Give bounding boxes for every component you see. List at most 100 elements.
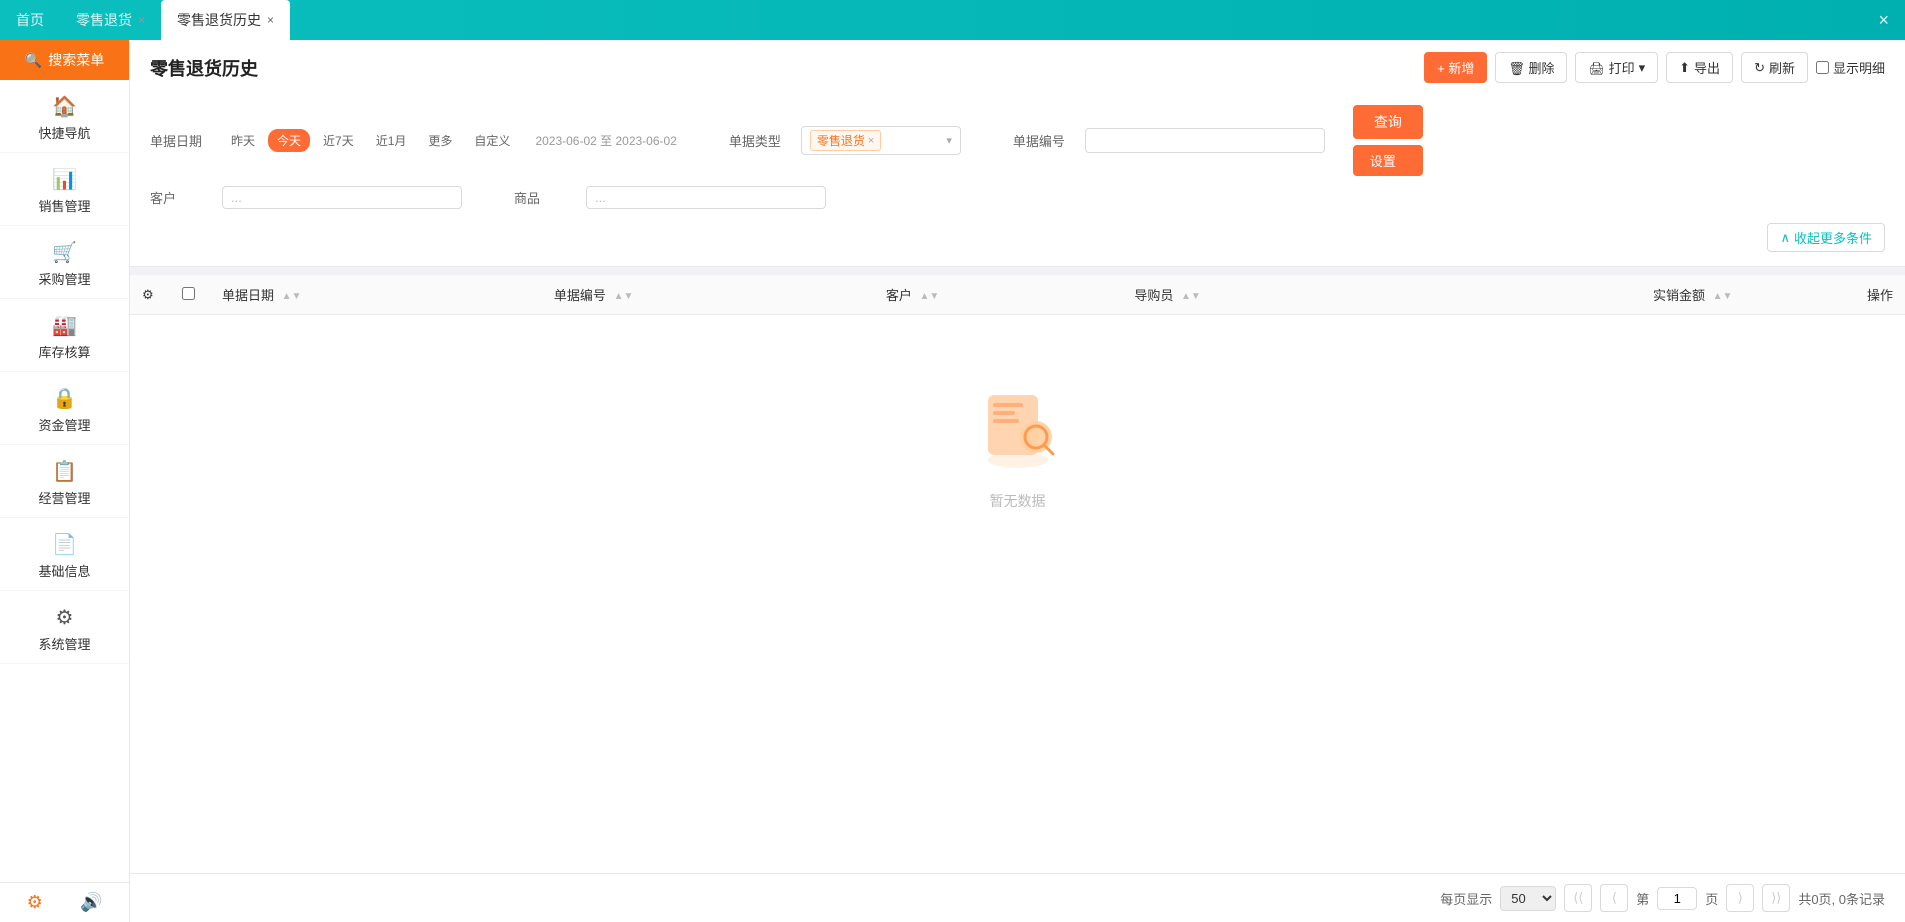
show-detail-checkbox-label[interactable]: 显示明细 [1816,58,1885,77]
settings-bottom-icon[interactable]: ⚙ [27,892,43,913]
goods-value: ... [595,190,817,205]
voucher-number-input[interactable] [1085,128,1325,153]
shortcut-custom[interactable]: 自定义 [465,129,519,152]
last-page-button[interactable]: ⟩⟩ [1762,884,1790,912]
date-filter-label: 单据日期 [150,131,210,150]
th-number-label: 单据编号 [554,288,606,303]
goods-select[interactable]: ... [586,186,826,209]
guide-sort-icon[interactable]: ▲▼ [1181,292,1201,302]
shortcut-1month[interactable]: 近1月 [367,129,416,152]
sidebar-item-finance[interactable]: 🔒 资金管理 [0,372,129,445]
collapse-button[interactable]: ∧ 收起更多条件 [1767,223,1885,252]
basic-info-label: 基础信息 [38,561,90,580]
th-date-label: 单据日期 [222,288,274,303]
refresh-icon: ↻ [1754,60,1765,76]
per-page-select[interactable]: 10 20 50 100 [1500,886,1556,911]
sales-label: 销售管理 [38,196,90,215]
sidebar-item-purchase[interactable]: 🛒 采购管理 [0,226,129,299]
empty-state-icon [968,375,1068,475]
shortcut-today[interactable]: 今天 [268,129,310,152]
page-header: 零售退货历史 + 新增 🗑 删除 🖨 打印 ▾ ⬆ 导出 ↻ 刷新 [130,40,1905,267]
show-detail-checkbox[interactable] [1816,61,1829,74]
basic-info-icon: 📄 [52,532,77,557]
sidebar-item-quick-nav[interactable]: 🏠 快捷导航 [0,80,129,153]
customer-value: ... [231,190,453,205]
operations-icon: 📋 [52,459,77,484]
goods-label: 商品 [514,188,574,207]
export-button[interactable]: ⬆ 导出 [1666,52,1733,83]
table-section: ⚙ 单据日期 ▲▼ 单据编号 ▲▼ [130,275,1905,922]
column-settings-icon[interactable]: ⚙ [142,287,154,302]
collapse-up-icon: ∧ [1780,230,1790,246]
tab-retail-return-label: 零售退货 [76,10,132,30]
number-sort-icon[interactable]: ▲▼ [614,292,634,302]
print-dropdown-icon: ▾ [1639,60,1646,76]
setting-button[interactable]: 设置 [1353,145,1423,176]
page-number-input[interactable] [1657,887,1697,910]
per-page-label: 每页显示 [1440,889,1492,908]
th-customer: 客户 ▲▼ [874,275,1122,315]
collapse-label: 收起更多条件 [1794,228,1872,247]
tab-retail-return-history[interactable]: 零售退货历史 × [161,0,290,40]
print-button[interactable]: 🖨 打印 ▾ [1575,52,1658,83]
shortcut-more[interactable]: 更多 [419,129,461,152]
refresh-button[interactable]: ↻ 刷新 [1741,52,1808,83]
filter-area: 单据日期 昨天 今天 近7天 近1月 更多 自定义 2023-06-02 至 2… [150,95,1885,266]
window-close-icon[interactable]: × [1878,10,1905,31]
inventory-label: 库存核算 [38,342,90,361]
select-all-checkbox[interactable] [182,287,195,300]
date-sort-icon[interactable]: ▲▼ [282,292,302,302]
sidebar-search[interactable]: 🔍 搜索菜单 [0,40,129,80]
first-page-button[interactable]: ⟨⟨ [1564,884,1592,912]
th-checkbox [170,275,210,315]
th-guide: 导购员 ▲▼ [1122,275,1412,315]
delete-button[interactable]: 🗑 删除 [1495,52,1567,83]
main-table: ⚙ 单据日期 ▲▼ 单据编号 ▲▼ [130,275,1905,315]
page-title-row: 零售退货历史 + 新增 🗑 删除 🖨 打印 ▾ ⬆ 导出 ↻ 刷新 [150,52,1885,83]
tab-home[interactable]: 首页 [0,0,60,40]
sidebar-item-inventory[interactable]: 🏭 库存核算 [0,299,129,372]
amount-sort-icon[interactable]: ▲▼ [1713,292,1733,302]
page-title: 零售退货历史 [150,55,258,81]
tab-retail-return-close[interactable]: × [138,13,145,27]
voucher-type-label: 单据类型 [729,131,789,150]
finance-label: 资金管理 [38,415,90,434]
volume-icon[interactable]: 🔊 [80,892,102,913]
th-date: 单据日期 ▲▼ [210,275,542,315]
th-amount-label: 实销金额 [1653,288,1705,303]
collapse-row: ∧ 收起更多条件 [150,219,1885,260]
customer-sort-icon[interactable]: ▲▼ [919,292,939,302]
empty-text: 暂无数据 [990,491,1046,511]
th-operation-label: 操作 [1867,288,1893,303]
sidebar-item-sales[interactable]: 📊 销售管理 [0,153,129,226]
sidebar: 🔍 搜索菜单 🏠 快捷导航 📊 销售管理 🛒 采购管理 🏭 库存核算 🔒 [0,40,130,922]
header-actions: + 新增 🗑 删除 🖨 打印 ▾ ⬆ 导出 ↻ 刷新 [1424,52,1885,83]
customer-placeholder: ... [231,190,242,205]
tab-retail-return-history-close[interactable]: × [267,13,274,27]
purchase-icon: 🛒 [52,240,77,265]
voucher-type-select[interactable]: 零售退货 × ▾ [801,126,961,155]
filter-row-date: 单据日期 昨天 今天 近7天 近1月 更多 自定义 2023-06-02 至 2… [150,105,1885,176]
voucher-type-arrow-icon: ▾ [946,134,952,147]
tab-home-label: 首页 [16,10,44,30]
shortcut-yesterday[interactable]: 昨天 [222,129,264,152]
tab-retail-return[interactable]: 零售退货 × [60,0,161,40]
next-page-button[interactable]: ⟩ [1726,884,1754,912]
sidebar-search-label: 搜索菜单 [48,50,104,70]
new-button[interactable]: + 新增 [1424,52,1487,83]
date-shortcuts: 昨天 今天 近7天 近1月 更多 自定义 [222,129,519,152]
th-guide-label: 导购员 [1134,288,1173,303]
sidebar-item-operations[interactable]: 📋 经营管理 [0,445,129,518]
search-icon: 🔍 [25,52,42,69]
prev-page-button[interactable]: ⟨ [1600,884,1628,912]
filter-row-customer: 客户 ... 商品 ... [150,186,1885,209]
voucher-type-tag-close[interactable]: × [868,135,874,147]
customer-select[interactable]: ... [222,186,462,209]
date-range-display: 2023-06-02 至 2023-06-02 [535,132,676,149]
quick-nav-label: 快捷导航 [38,123,90,142]
shortcut-7days[interactable]: 近7天 [314,129,363,152]
quick-nav-icon: 🏠 [52,94,77,119]
sidebar-item-system[interactable]: ⚙ 系统管理 [0,591,129,664]
query-button[interactable]: 查询 [1353,105,1423,139]
sidebar-item-basic-info[interactable]: 📄 基础信息 [0,518,129,591]
